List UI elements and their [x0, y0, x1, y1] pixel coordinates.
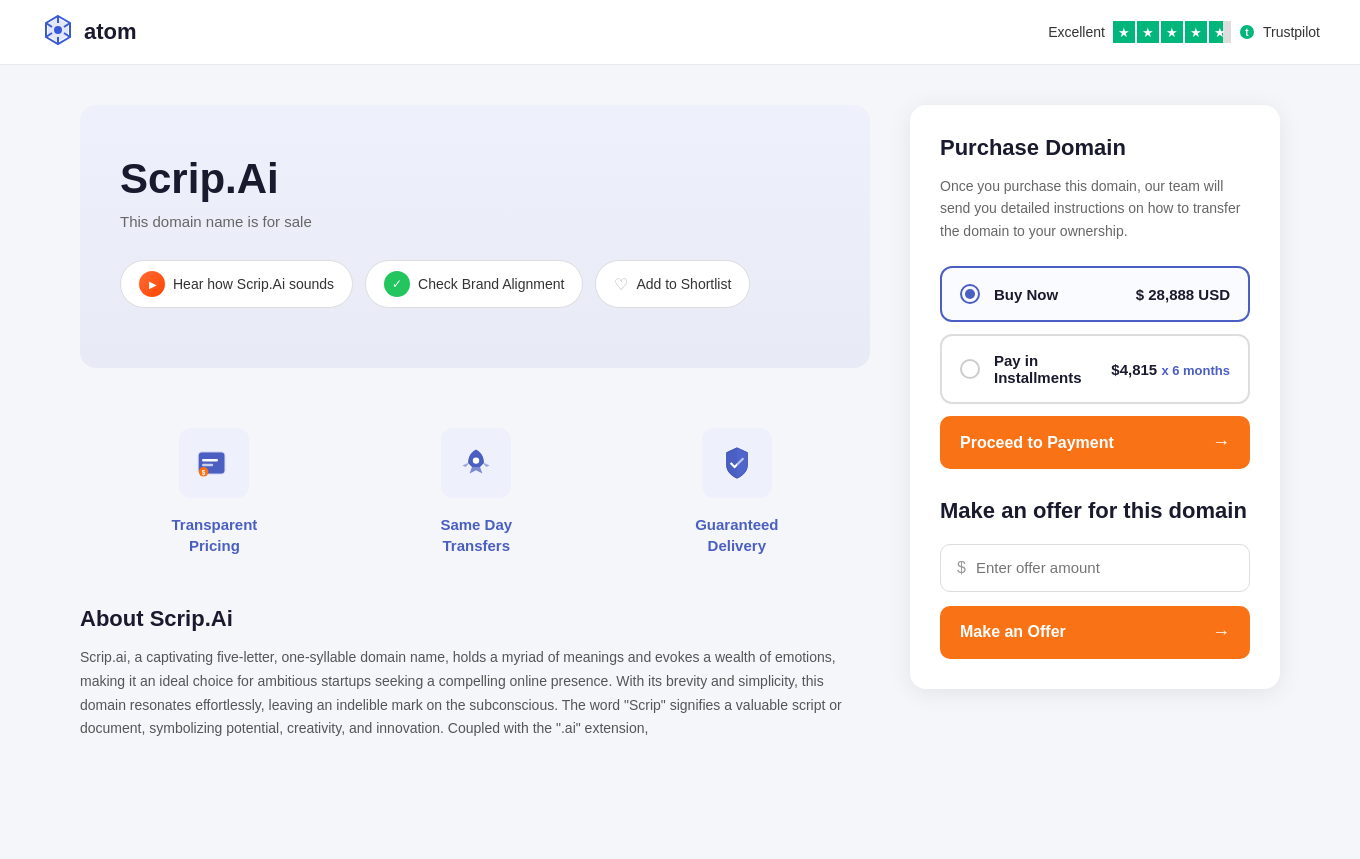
feature-delivery: GuaranteedDelivery — [695, 428, 778, 556]
hear-btn-label: Hear how Scrip.Ai sounds — [173, 276, 334, 292]
add-shortlist-button[interactable]: ♡ Add to Shortlist — [595, 260, 750, 308]
logo-text: atom — [84, 19, 137, 45]
heart-icon: ♡ — [614, 275, 628, 294]
star-3: ★ — [1161, 21, 1183, 43]
about-text: Scrip.ai, a captivating five-letter, one… — [80, 646, 870, 741]
logo[interactable]: atom — [40, 14, 137, 50]
feature-pricing: $ TransparentPricing — [172, 428, 258, 556]
about-title: About Scrip.Ai — [80, 606, 870, 632]
svg-point-0 — [54, 26, 62, 34]
hear-audio-button[interactable]: ▶ Hear how Scrip.Ai sounds — [120, 260, 353, 308]
feature-transfers-label: Same DayTransfers — [440, 514, 512, 556]
offer-amount-input[interactable] — [976, 559, 1233, 576]
svg-rect-12 — [202, 459, 218, 461]
shield-icon-wrap — [702, 428, 772, 498]
offer-btn-label: Make an Offer — [960, 623, 1066, 641]
buy-now-option[interactable]: Buy Now $ 28,888 USD — [940, 266, 1250, 322]
left-panel: Scrip.Ai This domain name is for sale ▶ … — [80, 105, 870, 781]
offer-title: Make an offer for this domain — [940, 497, 1250, 526]
installments-months: x 6 months — [1161, 363, 1230, 378]
main-container: Scrip.Ai This domain name is for sale ▶ … — [40, 65, 1320, 781]
star-2: ★ — [1137, 21, 1159, 43]
trustpilot-label: Excellent — [1048, 24, 1105, 40]
purchase-title: Purchase Domain — [940, 135, 1250, 161]
star-5: ★ — [1209, 21, 1231, 43]
svg-text:$: $ — [202, 469, 206, 477]
action-buttons: ▶ Hear how Scrip.Ai sounds ✓ Check Brand… — [120, 260, 830, 308]
rocket-icon-wrap — [441, 428, 511, 498]
proceed-btn-label: Proceed to Payment — [960, 434, 1114, 452]
feature-transfers: Same DayTransfers — [440, 428, 512, 556]
installments-option[interactable]: Pay in Installments $4,815 x 6 months — [940, 334, 1250, 404]
site-header: atom Excellent ★ ★ ★ ★ ★ t Trustpilot — [0, 0, 1360, 65]
proceed-arrow-icon: → — [1212, 432, 1230, 453]
proceed-payment-button[interactable]: Proceed to Payment → — [940, 416, 1250, 469]
domain-title: Scrip.Ai — [120, 155, 830, 203]
installments-radio — [960, 359, 980, 379]
trustpilot-logo-icon: t — [1239, 24, 1255, 40]
shortlist-btn-label: Add to Shortlist — [636, 276, 731, 292]
trustpilot-brand: Trustpilot — [1263, 24, 1320, 40]
about-section: About Scrip.Ai Scrip.ai, a captivating f… — [80, 586, 870, 781]
trustpilot-stars: ★ ★ ★ ★ ★ — [1113, 21, 1231, 43]
features-section: $ TransparentPricing Same DayTransfer — [80, 398, 870, 586]
feature-delivery-label: GuaranteedDelivery — [695, 514, 778, 556]
purchase-description: Once you purchase this domain, our team … — [940, 175, 1250, 242]
logo-icon — [40, 14, 76, 50]
brand-btn-label: Check Brand Alignment — [418, 276, 564, 292]
buy-now-price: $ 28,888 USD — [1136, 286, 1230, 303]
buy-now-label: Buy Now — [994, 286, 1122, 303]
shield-icon — [717, 443, 757, 483]
radio-inner — [965, 289, 975, 299]
purchase-card: Purchase Domain Once you purchase this d… — [910, 105, 1280, 689]
rocket-icon — [456, 443, 496, 483]
billing-icon-wrap: $ — [179, 428, 249, 498]
installments-label: Pay in Installments — [994, 352, 1097, 386]
offer-input-wrap: $ — [940, 544, 1250, 592]
make-offer-button[interactable]: Make an Offer → — [940, 606, 1250, 659]
svg-rect-13 — [202, 464, 213, 466]
installments-price-amount: $4,815 — [1111, 361, 1157, 378]
installments-price: $4,815 x 6 months — [1111, 361, 1230, 378]
buy-now-radio — [960, 284, 980, 304]
play-icon: ▶ — [139, 271, 165, 297]
billing-icon: $ — [194, 443, 234, 483]
svg-point-16 — [473, 457, 479, 463]
star-1: ★ — [1113, 21, 1135, 43]
check-icon: ✓ — [384, 271, 410, 297]
check-brand-button[interactable]: ✓ Check Brand Alignment — [365, 260, 583, 308]
right-panel: Purchase Domain Once you purchase this d… — [910, 105, 1280, 689]
hero-section: Scrip.Ai This domain name is for sale ▶ … — [80, 105, 870, 368]
dollar-sign-icon: $ — [957, 559, 966, 577]
offer-arrow-icon: → — [1212, 622, 1230, 643]
trustpilot-badge: Excellent ★ ★ ★ ★ ★ t Trustpilot — [1048, 21, 1320, 43]
feature-pricing-label: TransparentPricing — [172, 514, 258, 556]
star-4: ★ — [1185, 21, 1207, 43]
domain-subtitle: This domain name is for sale — [120, 213, 830, 230]
